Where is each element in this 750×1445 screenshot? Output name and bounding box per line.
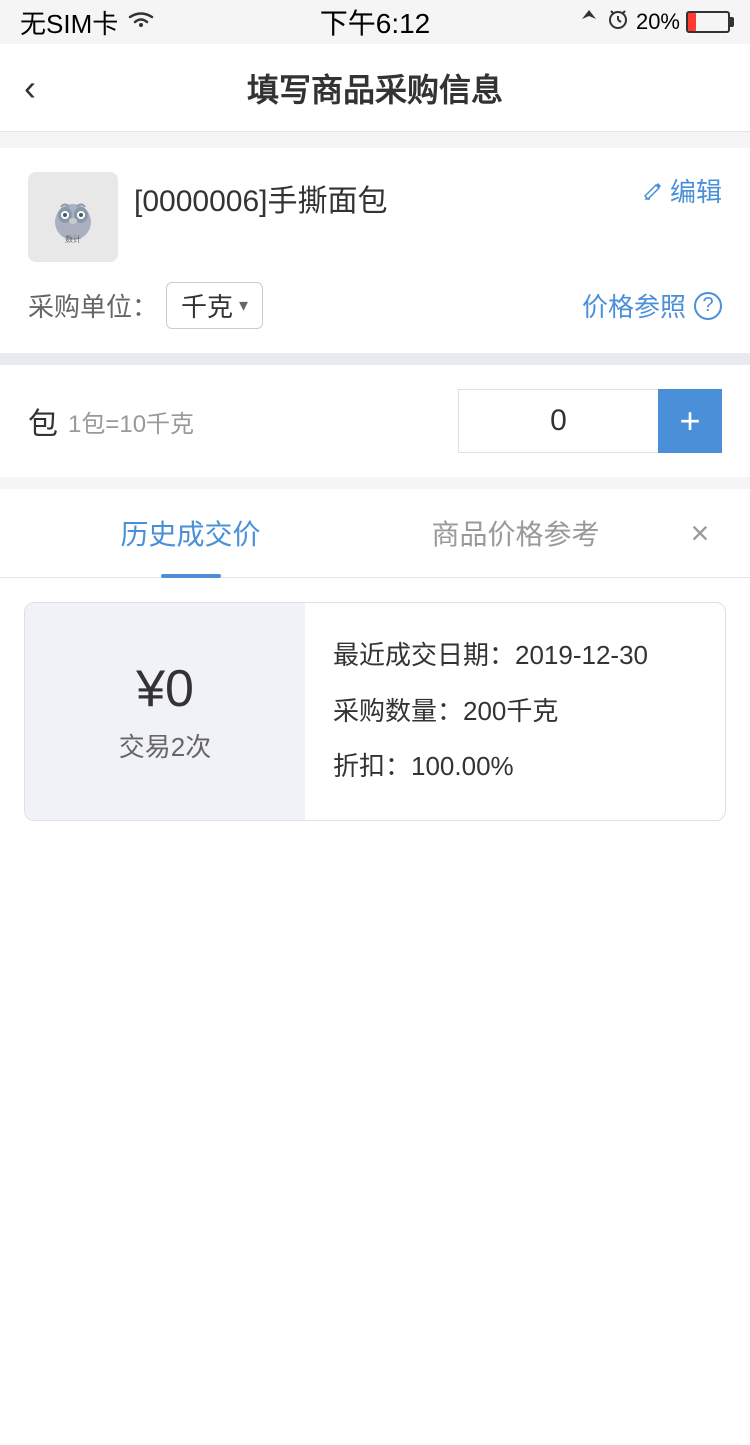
tab-product-price[interactable]: 商品价格参考 xyxy=(353,489,678,577)
question-icon: ? xyxy=(694,292,722,320)
location-icon xyxy=(578,8,600,36)
status-bar: 无SIM卡 下午6:12 20% xyxy=(0,0,750,44)
wifi-icon xyxy=(126,7,156,38)
page-title: 填写商品采购信息 xyxy=(247,65,503,111)
quantity-plus-button[interactable]: + xyxy=(658,389,722,453)
status-right: 20% xyxy=(578,7,730,37)
nav-bar: ‹ 填写商品采购信息 xyxy=(0,44,750,132)
white-area xyxy=(0,845,750,1445)
tabs-container: 历史成交价 商品价格参考 × ¥0 交易2次 最近成交日期：2019-12-30… xyxy=(0,489,750,1445)
purchase-qty: 采购数量：200千克 xyxy=(333,691,697,733)
price-reference-button[interactable]: 价格参照 ? xyxy=(582,287,722,324)
edit-label: 编辑 xyxy=(670,172,722,209)
tabs-header: 历史成交价 商品价格参考 × xyxy=(0,489,750,578)
unit-label: 采购单位： 千克 ▾ xyxy=(28,282,263,329)
pkg-text: 包 xyxy=(28,399,58,443)
section-divider xyxy=(0,353,750,365)
quantity-control: + xyxy=(458,389,722,453)
price-ref-label: 价格参照 xyxy=(582,287,686,324)
battery-percent: 20% xyxy=(636,9,680,35)
alarm-icon xyxy=(606,7,630,37)
product-top: 数计 [0000006]手撕面包 编辑 xyxy=(28,172,722,262)
recent-date: 最近成交日期：2019-12-30 xyxy=(333,635,697,677)
pkg-sub: 1包=10千克 xyxy=(68,404,194,439)
quantity-input[interactable] xyxy=(458,389,658,453)
status-left: 无SIM卡 xyxy=(20,4,156,41)
quantity-row: 包 1包=10千克 + xyxy=(0,365,750,477)
product-card: 数计 [0000006]手撕面包 编辑 采购单位： 千克 ▾ 价格参照 xyxy=(0,148,750,353)
product-image: 数计 xyxy=(28,172,118,262)
edit-button[interactable]: 编辑 xyxy=(642,172,722,209)
unit-select[interactable]: 千克 ▾ xyxy=(166,282,263,329)
svg-text:数计: 数计 xyxy=(65,234,81,244)
price-display: ¥0 xyxy=(136,659,194,719)
product-left: 数计 [0000006]手撕面包 xyxy=(28,172,387,262)
product-bottom: 采购单位： 千克 ▾ 价格参照 ? xyxy=(28,282,722,329)
product-name: [0000006]手撕面包 xyxy=(134,172,387,220)
back-button[interactable]: ‹ xyxy=(24,67,36,109)
history-right: 最近成交日期：2019-12-30 采购数量：200千克 折扣：100.00% xyxy=(305,603,725,820)
quantity-label: 包 1包=10千克 xyxy=(28,399,194,443)
unit-value: 千克 xyxy=(181,287,233,324)
edit-icon xyxy=(642,180,664,202)
trade-count: 交易2次 xyxy=(119,727,211,764)
tab-history-price[interactable]: 历史成交价 xyxy=(28,489,353,577)
discount: 折扣：100.00% xyxy=(333,746,697,788)
battery-icon xyxy=(686,11,730,33)
chevron-down-icon: ▾ xyxy=(239,295,248,316)
product-thumbnail: 数计 xyxy=(43,187,103,247)
history-card: ¥0 交易2次 最近成交日期：2019-12-30 采购数量：200千克 折扣：… xyxy=(24,602,726,821)
history-left: ¥0 交易2次 xyxy=(25,603,305,820)
tab-close-button[interactable]: × xyxy=(678,511,722,555)
carrier-text: 无SIM卡 xyxy=(20,4,118,41)
status-time: 下午6:12 xyxy=(320,2,431,42)
